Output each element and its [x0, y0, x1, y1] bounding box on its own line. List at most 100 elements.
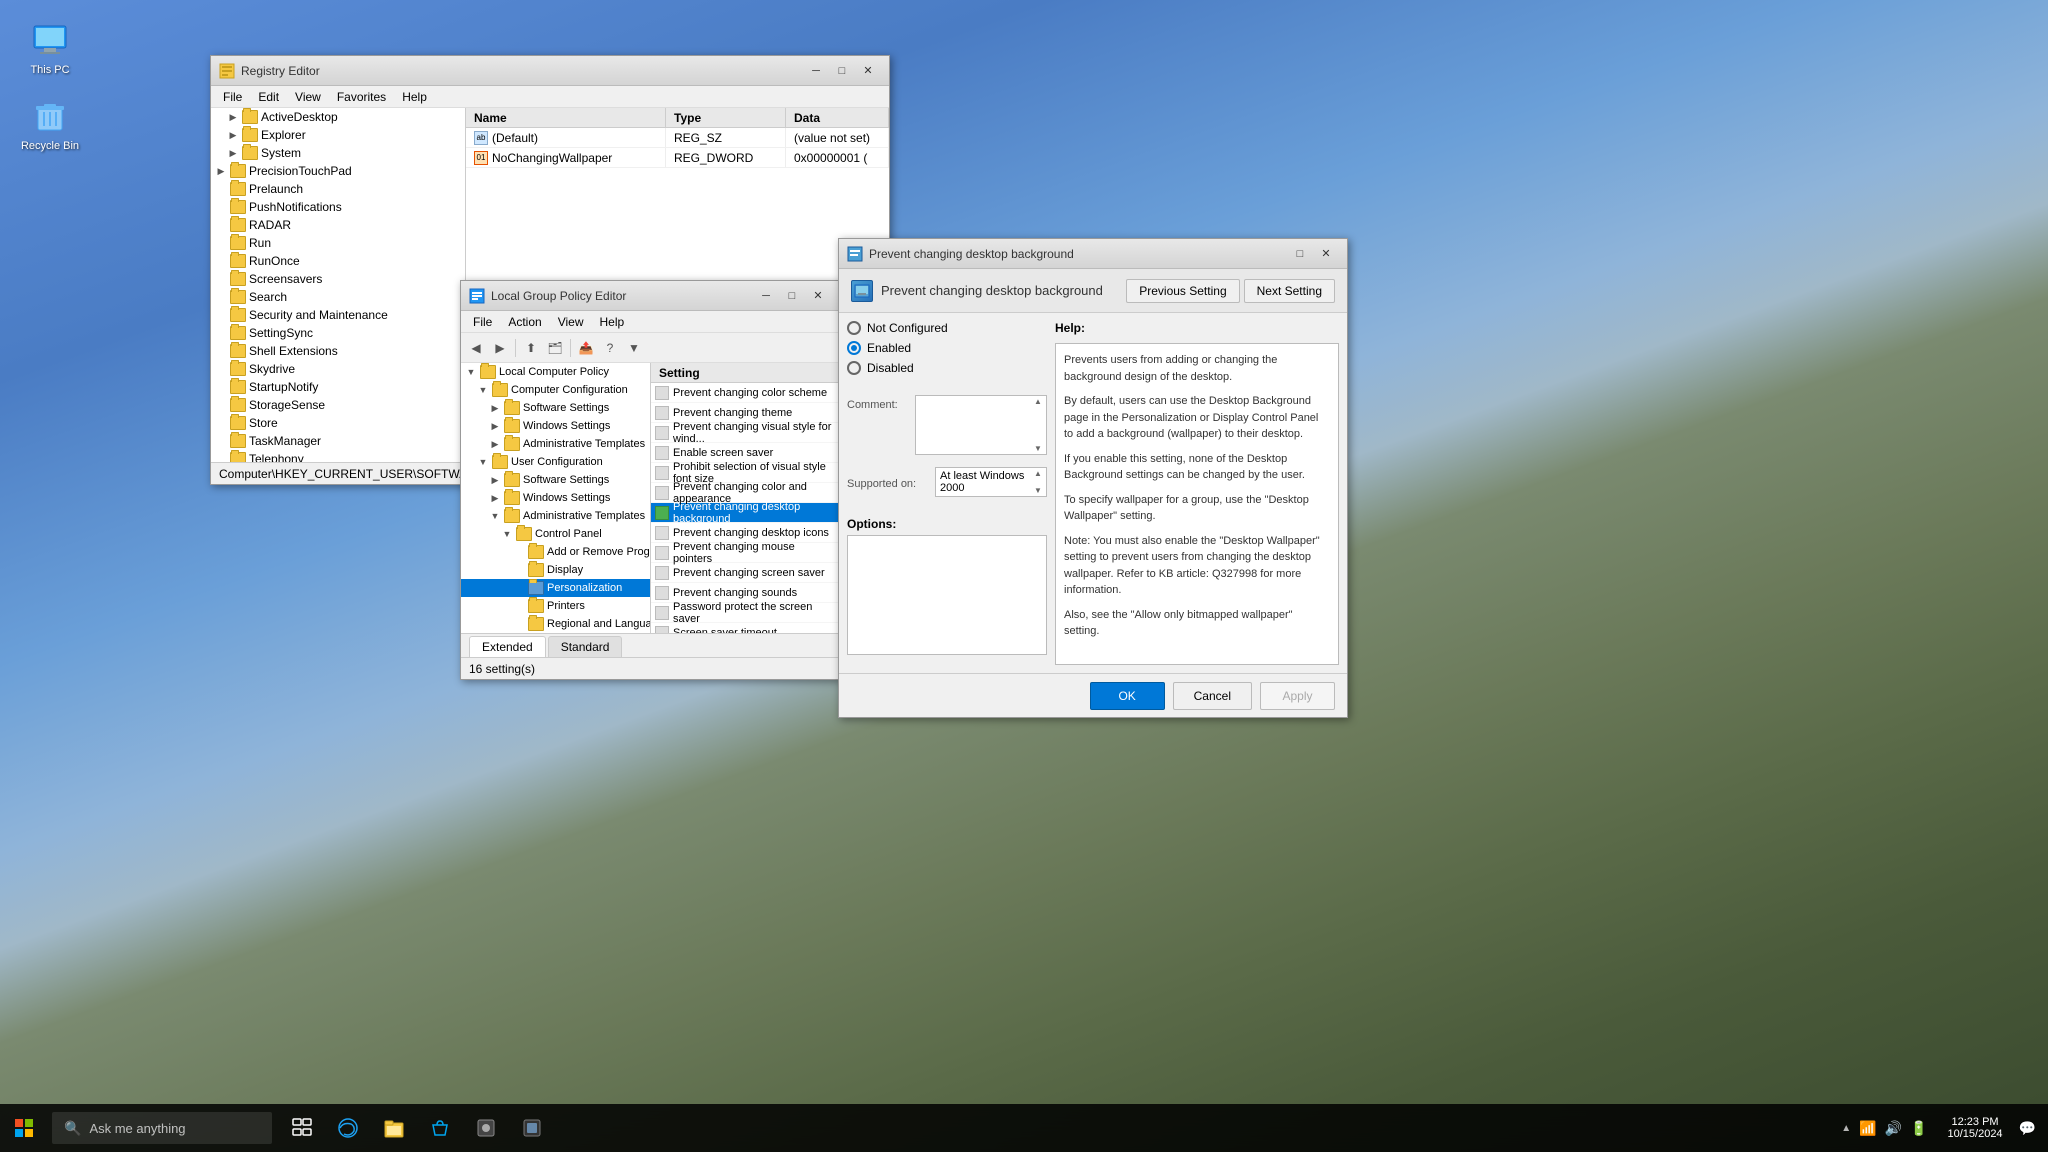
registry-tree[interactable]: ▶ ActiveDesktop ▶ Explorer ▶ System ▶ Pr…: [211, 108, 466, 462]
tree-item-radar[interactable]: RADAR: [211, 216, 465, 234]
gpe-tree-uc-software[interactable]: ▶ Software Settings: [461, 471, 650, 489]
policy-apply-btn[interactable]: Apply: [1260, 682, 1335, 710]
taskbar-taskview-btn[interactable]: [280, 1106, 324, 1150]
value-row-default[interactable]: ab (Default) REG_SZ (value not set): [466, 128, 889, 148]
gpe-btn-fwd[interactable]: ▶: [489, 337, 511, 359]
gpe-tree-local-policy[interactable]: ▼ Local Computer Policy: [461, 363, 650, 381]
tree-item-skydrive[interactable]: Skydrive: [211, 360, 465, 378]
gpe-tree-regional[interactable]: Regional and Language: [461, 615, 650, 633]
gpe-tree-addremove[interactable]: Add or Remove Programs: [461, 543, 650, 561]
registry-menu-view[interactable]: View: [287, 86, 329, 107]
gpe-tree-display[interactable]: Display: [461, 561, 650, 579]
gpe-tree-printers[interactable]: Printers: [461, 597, 650, 615]
gpe-setting-screen-saver2[interactable]: Prevent changing screen saver: [651, 563, 839, 583]
start-button[interactable]: [0, 1104, 48, 1152]
gpe-tree-cc-software[interactable]: ▶ Software Settings: [461, 399, 650, 417]
policy-prev-btn[interactable]: Previous Setting: [1126, 279, 1239, 303]
policy-radio-enabled[interactable]: Enabled: [847, 341, 1047, 355]
gpe-btn-export[interactable]: 📤: [575, 337, 597, 359]
gpe-tree-computer-config[interactable]: ▼ Computer Configuration: [461, 381, 650, 399]
gpe-tree-uc-admin[interactable]: ▼ Administrative Templates: [461, 507, 650, 525]
policy-dialog-maximize-btn[interactable]: □: [1287, 243, 1313, 265]
tree-item-run[interactable]: Run: [211, 234, 465, 252]
taskbar-explorer-btn[interactable]: [372, 1106, 416, 1150]
gpe-close-btn[interactable]: ✕: [805, 285, 831, 307]
tree-item-startupnotify[interactable]: StartupNotify: [211, 378, 465, 396]
gpe-maximize-btn[interactable]: □: [779, 285, 805, 307]
this-pc-icon[interactable]: This PC: [10, 20, 90, 76]
gpe-minimize-btn[interactable]: ─: [753, 285, 779, 307]
taskbar-search[interactable]: 🔍 Ask me anything: [52, 1112, 272, 1144]
tree-item-pushnotifications[interactable]: PushNotifications: [211, 198, 465, 216]
tree-item-precisiontouchpad[interactable]: ▶ PrecisionTouchPad: [211, 162, 465, 180]
policy-next-btn[interactable]: Next Setting: [1244, 279, 1335, 303]
gpe-btn-help-toolbar[interactable]: ?: [599, 337, 621, 359]
tree-item-securitymaint[interactable]: Security and Maintenance: [211, 306, 465, 324]
tree-item-store[interactable]: Store: [211, 414, 465, 432]
gpe-tree-personalization[interactable]: Personalization: [461, 579, 650, 597]
registry-menu-favorites[interactable]: Favorites: [329, 86, 394, 107]
gpe-btn-filter[interactable]: ▼: [623, 337, 645, 359]
policy-cancel-btn[interactable]: Cancel: [1173, 682, 1252, 710]
registry-close-btn[interactable]: ✕: [855, 60, 881, 82]
tree-item-activedesktop[interactable]: ▶ ActiveDesktop: [211, 108, 465, 126]
tree-item-settingsync[interactable]: SettingSync: [211, 324, 465, 342]
policy-help-box[interactable]: Prevents users from adding or changing t…: [1055, 343, 1339, 665]
gpe-menu-view[interactable]: View: [550, 311, 592, 332]
gpe-tree-cc-windows[interactable]: ▶ Windows Settings: [461, 417, 650, 435]
gpe-menu-file[interactable]: File: [465, 311, 500, 332]
taskbar-store-btn[interactable]: [418, 1106, 462, 1150]
gpe-tree-control-panel[interactable]: ▼ Control Panel: [461, 525, 650, 543]
tree-item-shellextensions[interactable]: Shell Extensions: [211, 342, 465, 360]
tree-item-system[interactable]: ▶ System: [211, 144, 465, 162]
policy-radio-disabled[interactable]: Disabled: [847, 361, 1047, 375]
gpe-setting-pointers[interactable]: Prevent changing mouse pointers: [651, 543, 839, 563]
tree-item-taskmanager[interactable]: TaskManager: [211, 432, 465, 450]
systray-volume-icon[interactable]: 🔊: [1885, 1120, 1902, 1137]
recycle-bin-icon[interactable]: Recycle Bin: [10, 96, 90, 152]
supported-scroll-down[interactable]: ▼: [1034, 486, 1042, 495]
tree-item-telephony[interactable]: Telephony: [211, 450, 465, 462]
supported-scroll-up[interactable]: ▲: [1034, 469, 1042, 478]
tree-item-screensavers[interactable]: Screensavers: [211, 270, 465, 288]
taskbar-app5-btn[interactable]: [464, 1106, 508, 1150]
policy-radio-not-configured[interactable]: Not Configured: [847, 321, 1047, 335]
registry-menu-help[interactable]: Help: [394, 86, 435, 107]
gpe-tree-user-config[interactable]: ▼ User Configuration: [461, 453, 650, 471]
policy-comment-box[interactable]: [915, 395, 1047, 455]
gpe-tab-standard[interactable]: Standard: [548, 636, 623, 657]
policy-dialog-close-btn[interactable]: ✕: [1313, 243, 1339, 265]
registry-minimize-btn[interactable]: ─: [803, 60, 829, 82]
gpe-menu-help[interactable]: Help: [592, 311, 633, 332]
registry-menu-file[interactable]: File: [215, 86, 250, 107]
gpe-tree-cc-admin[interactable]: ▶ Administrative Templates: [461, 435, 650, 453]
gpe-setting-pw-protect[interactable]: Password protect the screen saver: [651, 603, 839, 623]
taskbar-clock[interactable]: 12:23 PM 10/15/2024: [1940, 1116, 2011, 1140]
tree-item-prelaunch[interactable]: Prelaunch: [211, 180, 465, 198]
comment-scroll-down[interactable]: ▼: [1034, 444, 1042, 453]
registry-menu-edit[interactable]: Edit: [250, 86, 287, 107]
taskbar-edge-btn[interactable]: [326, 1106, 370, 1150]
tree-item-storagesense[interactable]: StorageSense: [211, 396, 465, 414]
tree-item-explorer[interactable]: ▶ Explorer: [211, 126, 465, 144]
gpe-setting-bg[interactable]: Prevent changing desktop background: [651, 503, 839, 523]
gpe-setting-colorscheme[interactable]: Prevent changing color scheme: [651, 383, 839, 403]
gpe-btn-back[interactable]: ◀: [465, 337, 487, 359]
value-row-wallpaper[interactable]: 01 NoChangingWallpaper REG_DWORD 0x00000…: [466, 148, 889, 168]
systray-arrow[interactable]: ▲: [1841, 1123, 1851, 1134]
systray-battery-icon[interactable]: 🔋: [1910, 1120, 1927, 1137]
gpe-menu-action[interactable]: Action: [500, 311, 549, 332]
tree-item-search[interactable]: Search: [211, 288, 465, 306]
gpe-setting-visualstyle[interactable]: Prevent changing visual style for wind..…: [651, 423, 839, 443]
policy-ok-btn[interactable]: OK: [1090, 682, 1165, 710]
gpe-tree-uc-windows[interactable]: ▶ Windows Settings: [461, 489, 650, 507]
systray-network-icon[interactable]: 📶: [1859, 1120, 1876, 1137]
gpe-btn-show-hide-tree[interactable]: 🗂: [544, 337, 566, 359]
tree-item-runonce[interactable]: RunOnce: [211, 252, 465, 270]
comment-scroll-up[interactable]: ▲: [1034, 397, 1042, 406]
gpe-setting-ss-timeout[interactable]: Screen saver timeout: [651, 623, 839, 633]
taskbar-app6-btn[interactable]: [510, 1106, 554, 1150]
taskbar-notification-icon[interactable]: 💬: [2015, 1120, 2040, 1137]
gpe-tab-extended[interactable]: Extended: [469, 636, 546, 658]
gpe-tree[interactable]: ▼ Local Computer Policy ▼ Computer Confi…: [461, 363, 651, 633]
